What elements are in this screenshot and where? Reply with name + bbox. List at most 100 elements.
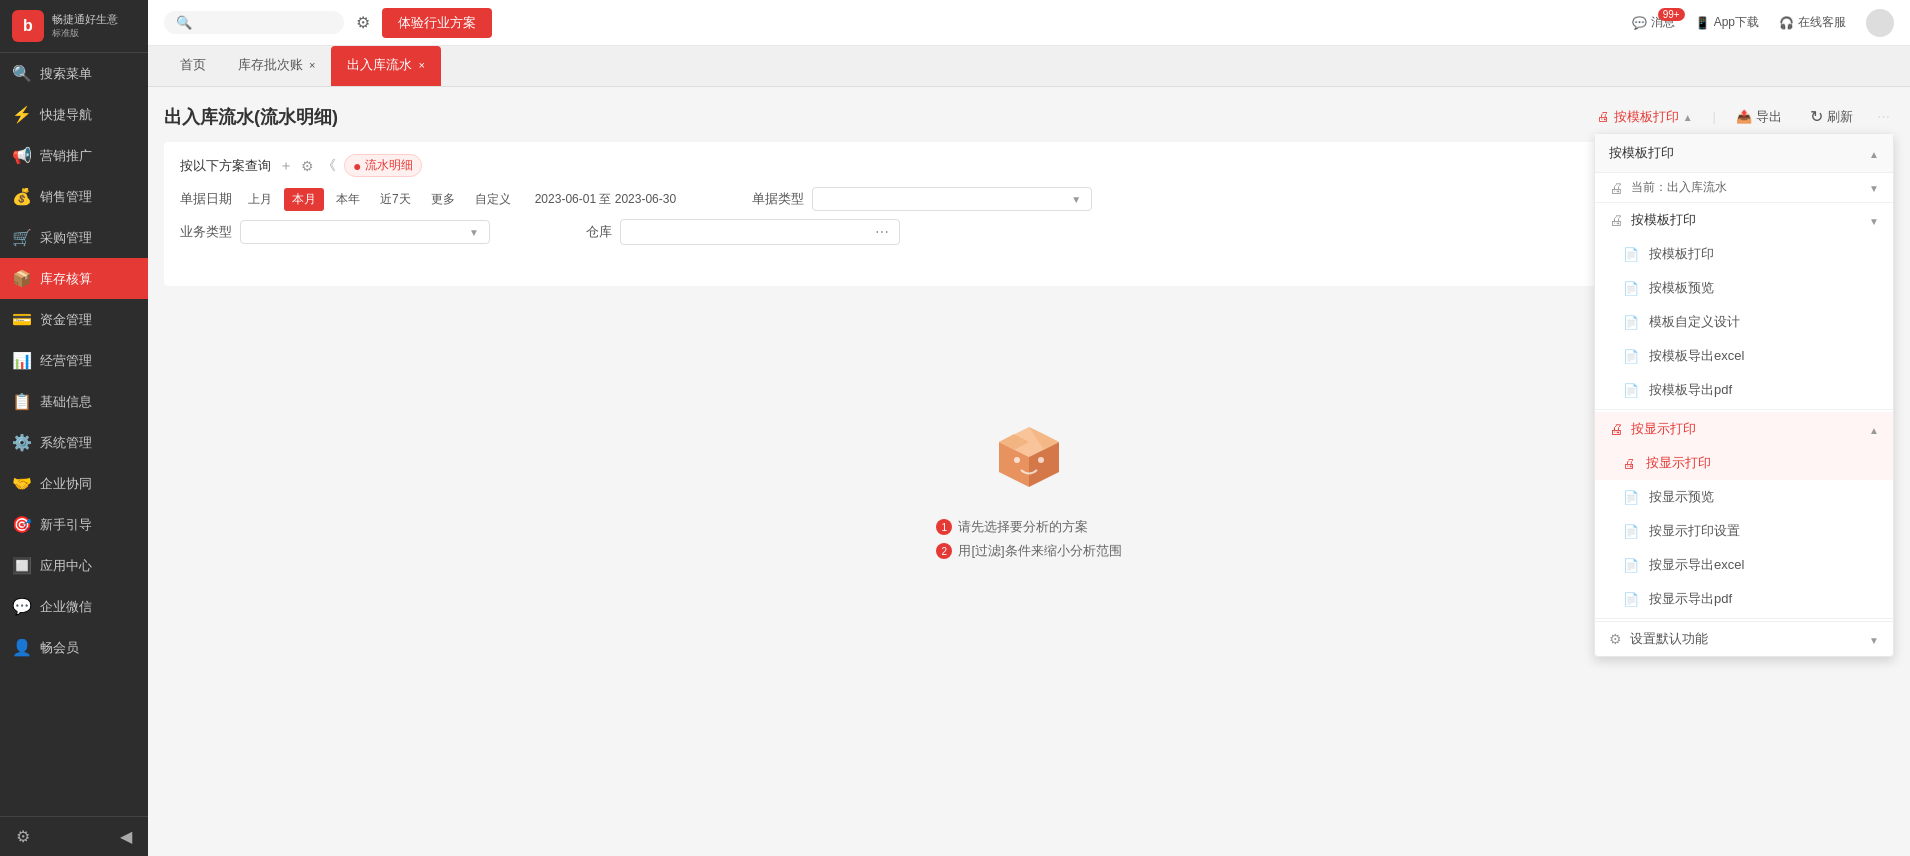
display-print-section-header[interactable]: 🖨 按显示打印 bbox=[1595, 412, 1893, 446]
gear-icon[interactable]: ⚙ bbox=[356, 13, 370, 32]
template-item-按模板导出pdf[interactable]: 📄按模板导出pdf bbox=[1595, 373, 1893, 407]
settings-icon[interactable]: ⚙ bbox=[16, 827, 30, 846]
search-input[interactable] bbox=[198, 16, 318, 30]
industry-btn[interactable]: 体验行业方案 bbox=[382, 8, 492, 38]
warehouse-select[interactable]: ⋯ bbox=[620, 219, 900, 245]
tab-label: 库存批次账 bbox=[238, 56, 303, 74]
empty-tip-2: 2 用[过滤]条件来缩小分析范围 bbox=[936, 542, 1121, 560]
nav-label: 基础信息 bbox=[40, 393, 92, 411]
refresh-btn[interactable]: ↻ 刷新 bbox=[1802, 103, 1861, 130]
empty-tip-1: 1 请先选择要分析的方案 bbox=[936, 518, 1121, 536]
date-tag-本年[interactable]: 本年 bbox=[328, 188, 368, 211]
tab-首页[interactable]: 首页 bbox=[164, 46, 222, 86]
svg-point-5 bbox=[1014, 457, 1020, 463]
display-item-按显示预览[interactable]: 📄按显示预览 bbox=[1595, 480, 1893, 514]
receipt-type-filter: 单据类型 bbox=[752, 187, 1092, 211]
filter-tag[interactable]: ● 流水明细 bbox=[344, 154, 422, 177]
display-print-items: 🖨按显示打印📄按显示预览📄按显示打印设置📄按显示导出excel📄按显示导出pdf bbox=[1595, 446, 1893, 616]
filter-title: 按以下方案查询 bbox=[180, 157, 271, 175]
page-content: 出入库流水(流水明细) 🖨 按模板打印 | 📤 导出 ↻ 刷新 ⋯ bbox=[148, 87, 1910, 856]
nav-label: 畅会员 bbox=[40, 639, 79, 657]
business-type-select[interactable] bbox=[240, 220, 490, 244]
avatar[interactable] bbox=[1866, 9, 1894, 37]
date-tag-更多[interactable]: 更多 bbox=[423, 188, 463, 211]
sidebar-item-搜索菜单[interactable]: 🔍 搜索菜单 bbox=[0, 53, 148, 94]
sidebar-item-企业协同[interactable]: 🤝企业协同 bbox=[0, 463, 148, 504]
topbar: 🔍 ⚙ 体验行业方案 💬 消息 99+ 📱 App下载 🎧 在线客服 bbox=[148, 0, 1910, 46]
sidebar-item-采购管理[interactable]: 🛒采购管理 bbox=[0, 217, 148, 258]
export-icon: 📤 bbox=[1736, 109, 1752, 124]
sidebar-item-企业微信[interactable]: 💬企业微信 bbox=[0, 586, 148, 627]
tab-库存批次账[interactable]: 库存批次账 × bbox=[222, 46, 331, 86]
template-print-section-header[interactable]: 🖨 按模板打印 bbox=[1595, 203, 1893, 237]
display-item-按显示打印设置[interactable]: 📄按显示打印设置 bbox=[1595, 514, 1893, 548]
empty-illustration bbox=[979, 402, 1079, 502]
template-print-btn[interactable]: 🖨 按模板打印 bbox=[1589, 104, 1701, 130]
item-label: 按显示预览 bbox=[1649, 488, 1714, 506]
nav-icon: 📋 bbox=[12, 392, 32, 411]
settings-default-chevron bbox=[1869, 632, 1879, 647]
display-print-label: 按显示打印 bbox=[1631, 420, 1696, 438]
sidebar-item-快捷导航[interactable]: ⚡快捷导航 bbox=[0, 94, 148, 135]
nav-icon: 💰 bbox=[12, 187, 32, 206]
date-filter: 单据日期 上月本月本年近7天更多自定义 2023-06-01 至 2023-06… bbox=[180, 188, 676, 211]
receipt-type-select[interactable] bbox=[812, 187, 1092, 211]
export-btn[interactable]: 📤 导出 bbox=[1728, 104, 1790, 130]
message-btn[interactable]: 💬 消息 99+ bbox=[1632, 14, 1675, 31]
tag-icon: ● bbox=[353, 158, 361, 174]
chevron-up-icon bbox=[1683, 109, 1693, 124]
nav-icon: 🎯 bbox=[12, 515, 32, 534]
settings-default-btn[interactable]: ⚙ 设置默认功能 bbox=[1595, 621, 1893, 656]
sidebar-item-销售管理[interactable]: 💰销售管理 bbox=[0, 176, 148, 217]
topbar-search-box[interactable]: 🔍 bbox=[164, 11, 344, 34]
filter-add-icon[interactable]: ＋ bbox=[279, 157, 293, 175]
sidebar-item-新手引导[interactable]: 🎯新手引导 bbox=[0, 504, 148, 545]
tab-出入库流水[interactable]: 出入库流水× bbox=[331, 46, 440, 86]
tip-num-2: 2 bbox=[936, 543, 952, 559]
receipt-type-label: 单据类型 bbox=[752, 190, 804, 208]
item-label: 按显示导出excel bbox=[1649, 556, 1744, 574]
dropdown-toggle-icon[interactable] bbox=[1869, 146, 1879, 161]
sidebar-item-应用中心[interactable]: 🔲应用中心 bbox=[0, 545, 148, 586]
app-download-btn[interactable]: 📱 App下载 bbox=[1695, 14, 1759, 31]
date-tag-近7天[interactable]: 近7天 bbox=[372, 188, 419, 211]
divider-v2: ⋯ bbox=[1877, 109, 1890, 124]
sidebar-item-库存核算[interactable]: 📦库存核算 bbox=[0, 258, 148, 299]
display-item-按显示导出excel[interactable]: 📄按显示导出excel bbox=[1595, 548, 1893, 582]
nav-icon: ⚙️ bbox=[12, 433, 32, 452]
nav-label: 搜索菜单 bbox=[40, 65, 92, 83]
chevron-down-icon2 bbox=[469, 225, 479, 239]
sidebar-item-基础信息[interactable]: 📋 基础信息 bbox=[0, 381, 148, 422]
template-item-按模板导出excel[interactable]: 📄按模板导出excel bbox=[1595, 339, 1893, 373]
collapse-icon[interactable]: ◀ bbox=[120, 827, 132, 846]
dropdown-current: 🖨 当前：出入库流水 bbox=[1595, 173, 1893, 203]
nav-icon: 🔍 bbox=[12, 64, 32, 83]
divider-v1: | bbox=[1713, 109, 1716, 124]
tab-close-icon[interactable]: × bbox=[309, 59, 315, 71]
template-item-模板自定义设计[interactable]: 📄模板自定义设计 bbox=[1595, 305, 1893, 339]
sidebar-item-营销推广[interactable]: 📢营销推广 bbox=[0, 135, 148, 176]
nav-label: 营销推广 bbox=[40, 147, 92, 165]
date-tag-本月[interactable]: 本月 bbox=[284, 188, 324, 211]
refresh-icon: ↻ bbox=[1810, 107, 1823, 126]
sidebar-item-畅会员[interactable]: 👤畅会员 bbox=[0, 627, 148, 668]
filter-collapse-icon[interactable]: 《 bbox=[322, 157, 336, 175]
current-chevron[interactable] bbox=[1869, 180, 1879, 195]
display-item-按显示导出pdf[interactable]: 📄按显示导出pdf bbox=[1595, 582, 1893, 616]
item-label: 按显示打印设置 bbox=[1649, 522, 1740, 540]
template-item-按模板预览[interactable]: 📄按模板预览 bbox=[1595, 271, 1893, 305]
date-tag-自定义[interactable]: 自定义 bbox=[467, 188, 519, 211]
filter-settings-icon[interactable]: ⚙ bbox=[301, 158, 314, 174]
tab-close-icon[interactable]: × bbox=[418, 59, 424, 71]
sidebar-item-资金管理[interactable]: 💳资金管理 bbox=[0, 299, 148, 340]
online-service-btn[interactable]: 🎧 在线客服 bbox=[1779, 14, 1846, 31]
sidebar-item-系统管理[interactable]: ⚙️系统管理 bbox=[0, 422, 148, 463]
file-icon: 📄 bbox=[1623, 383, 1639, 398]
file-icon: 📄 bbox=[1623, 592, 1639, 607]
display-item-按显示打印[interactable]: 🖨按显示打印 bbox=[1595, 446, 1893, 480]
sidebar-item-经营管理[interactable]: 📊经营管理 bbox=[0, 340, 148, 381]
template-item-按模板打印[interactable]: 📄按模板打印 bbox=[1595, 237, 1893, 271]
date-tag-上月[interactable]: 上月 bbox=[240, 188, 280, 211]
item-label: 按模板导出excel bbox=[1649, 347, 1744, 365]
page-title: 出入库流水(流水明细) bbox=[164, 105, 338, 129]
